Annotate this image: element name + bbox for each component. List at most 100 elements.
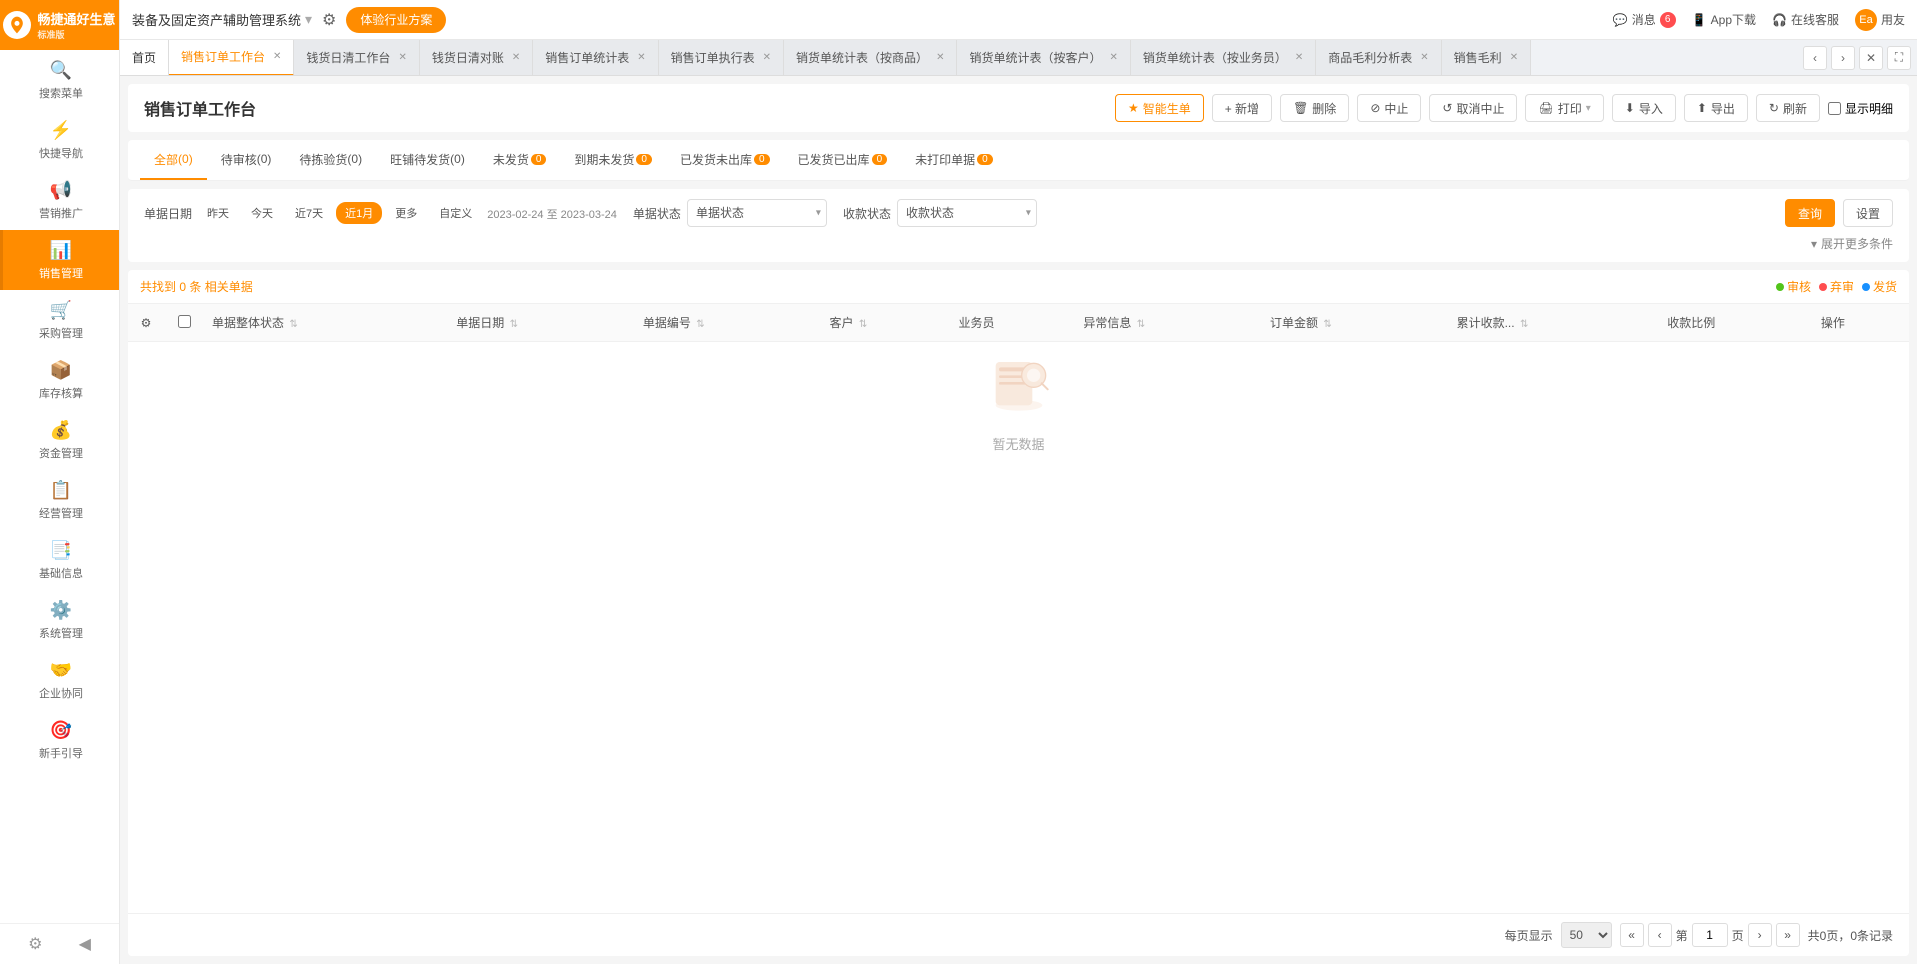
- col-checkbox[interactable]: [164, 304, 204, 342]
- sidebar-item-quick-nav[interactable]: ⚡ 快捷导航: [0, 110, 119, 170]
- sidebar-item-guide[interactable]: 🎯 新手引导: [0, 710, 119, 770]
- refresh-icon: ↻: [1769, 101, 1779, 115]
- delete-button[interactable]: 🗑 删除: [1280, 94, 1349, 122]
- filter-settings-button[interactable]: 设置: [1843, 199, 1893, 227]
- tab-sales-stats-product[interactable]: 销货单统计表（按商品） ✕: [784, 40, 957, 76]
- tab-close-icon[interactable]: ✕: [1295, 52, 1303, 63]
- tab-close-icon[interactable]: ✕: [637, 52, 645, 63]
- sidebar-item-system[interactable]: ⚙️ 系统管理: [0, 590, 119, 650]
- date-chip-yesterday[interactable]: 昨天: [198, 202, 238, 224]
- tab-product-margin[interactable]: 商品毛利分析表 ✕: [1316, 40, 1441, 76]
- tab-close-icon[interactable]: ✕: [1510, 52, 1518, 63]
- tab-home[interactable]: 首页: [120, 40, 169, 76]
- cancel-review-action-button[interactable]: 弃审: [1819, 278, 1854, 295]
- sidebar-item-search[interactable]: 🔍 搜索菜单: [0, 50, 119, 110]
- export-button[interactable]: ⬆ 导出: [1684, 94, 1748, 122]
- import-button[interactable]: ⬇ 导入: [1612, 94, 1676, 122]
- stop-button[interactable]: ⊘ 中止: [1357, 94, 1421, 122]
- subtab-not-shipped[interactable]: 未发货0: [479, 140, 561, 180]
- tab-cash-reconcile[interactable]: 钱货日清对账 ✕: [420, 40, 533, 76]
- main-area: 装备及固定资产辅助管理系统 ▾ ⚙ 体验行业方案 💬 消息 6 📱 App下载 …: [120, 0, 1917, 964]
- tab-close-icon[interactable]: ✕: [1420, 52, 1428, 63]
- select-all-checkbox[interactable]: [178, 315, 191, 328]
- tab-close-all-button[interactable]: ✕: [1859, 46, 1883, 70]
- sort-customer-icon[interactable]: ⇅: [859, 319, 867, 330]
- sidebar-item-inventory[interactable]: 📦 库存核算: [0, 350, 119, 410]
- date-chip-7days[interactable]: 近7天: [286, 202, 332, 224]
- review-action-button[interactable]: 审核: [1776, 278, 1811, 295]
- sort-number-icon[interactable]: ⇅: [696, 319, 704, 330]
- page-prev-button[interactable]: ‹: [1648, 923, 1672, 947]
- sort-collected-icon[interactable]: ⇅: [1520, 319, 1528, 330]
- date-chip-custom[interactable]: 自定义: [430, 202, 481, 224]
- sort-amount-icon[interactable]: ⇅: [1323, 319, 1331, 330]
- sidebar-item-basic-info[interactable]: 📑 基础信息: [0, 530, 119, 590]
- tab-close-icon[interactable]: ✕: [763, 52, 771, 63]
- cancel-stop-button[interactable]: ↺ 取消中止: [1429, 94, 1517, 122]
- date-chip-1month[interactable]: 近1月: [336, 202, 382, 224]
- tab-sales-order-exec[interactable]: 销售订单执行表 ✕: [659, 40, 784, 76]
- settings-icon[interactable]: ⚙: [322, 10, 336, 30]
- sidebar-item-marketing[interactable]: 📢 营销推广: [0, 170, 119, 230]
- subtab-not-printed[interactable]: 未打印单据0: [901, 140, 1007, 180]
- sort-date-icon[interactable]: ⇅: [510, 319, 518, 330]
- tab-close-icon[interactable]: ✕: [398, 52, 406, 63]
- message-button[interactable]: 💬 消息 6: [1613, 11, 1676, 28]
- sidebar-item-operations[interactable]: 📋 经营管理: [0, 470, 119, 530]
- payment-select[interactable]: 收款状态: [897, 199, 1037, 227]
- tab-prev-button[interactable]: ‹: [1803, 46, 1827, 70]
- page-size-select[interactable]: 50 10 20 100: [1561, 922, 1612, 948]
- sidebar-collapse-button[interactable]: ◀: [79, 934, 91, 954]
- user-menu-button[interactable]: Ea 用友: [1855, 9, 1905, 31]
- ship-action-button[interactable]: 发货: [1862, 278, 1897, 295]
- tab-sales-order-workbench[interactable]: 销售订单工作台 ✕: [169, 40, 294, 76]
- add-button[interactable]: + 新增: [1212, 94, 1272, 122]
- sidebar-settings-button[interactable]: ⚙: [28, 934, 42, 954]
- subtab-overdue-ship[interactable]: 到期未发货0: [560, 140, 666, 180]
- subtab-wangpu-pending[interactable]: 旺铺待发货(0): [376, 140, 479, 180]
- industry-solution-button[interactable]: 体验行业方案: [346, 7, 446, 33]
- subtab-pending-check[interactable]: 待拣验货(0): [285, 140, 376, 180]
- table-wrap[interactable]: ⚙ 单据整体状态 ⇅ 单据日期 ⇅ 单据编号: [128, 304, 1909, 913]
- show-detail-checkbox[interactable]: [1828, 102, 1841, 115]
- sort-abnormal-icon[interactable]: ⇅: [1137, 319, 1145, 330]
- subtab-shipped-not-out[interactable]: 已发货未出库0: [666, 140, 784, 180]
- show-detail-checkbox-label[interactable]: 显示明细: [1828, 100, 1893, 117]
- tab-cash-daily[interactable]: 钱货日清工作台 ✕: [294, 40, 419, 76]
- page-first-button[interactable]: «: [1620, 923, 1644, 947]
- date-chip-more[interactable]: 更多: [386, 202, 426, 224]
- subtab-shipped-out[interactable]: 已发货已出库0: [784, 140, 902, 180]
- col-settings[interactable]: ⚙: [128, 304, 164, 342]
- tab-maximize-button[interactable]: ⛶: [1887, 46, 1911, 70]
- tab-close-icon[interactable]: ✕: [512, 52, 520, 63]
- marketing-icon: 📢: [50, 180, 72, 201]
- smart-create-button[interactable]: ★ 智能生单: [1115, 94, 1204, 122]
- tab-sales-stats-staff[interactable]: 销货单统计表（按业务员） ✕: [1131, 40, 1316, 76]
- print-button[interactable]: 🖨 打印 ▾: [1525, 94, 1603, 122]
- app-download-button[interactable]: 📱 App下载: [1692, 11, 1756, 28]
- tab-sales-profit[interactable]: 销售毛利 ✕: [1442, 40, 1531, 76]
- refresh-button[interactable]: ↻ 刷新: [1756, 94, 1820, 122]
- status-select[interactable]: 单据状态: [687, 199, 827, 227]
- tab-next-button[interactable]: ›: [1831, 46, 1855, 70]
- sidebar-item-enterprise[interactable]: 🤝 企业协同: [0, 650, 119, 710]
- expand-more-button[interactable]: ▾ 展开更多条件: [1811, 235, 1893, 252]
- online-service-button[interactable]: 🎧 在线客服: [1772, 11, 1839, 28]
- page-number-input[interactable]: [1692, 923, 1728, 947]
- subtab-all[interactable]: 全部(0): [140, 140, 207, 180]
- tab-close-icon[interactable]: ✕: [936, 52, 944, 63]
- sidebar-item-purchase[interactable]: 🛒 采购管理: [0, 290, 119, 350]
- sidebar-item-sales[interactable]: 📊 销售管理: [0, 230, 119, 290]
- date-chip-today[interactable]: 今天: [242, 202, 282, 224]
- page-next-button[interactable]: ›: [1748, 923, 1772, 947]
- sort-status-icon[interactable]: ⇅: [289, 319, 297, 330]
- tab-close-icon[interactable]: ✕: [1109, 52, 1117, 63]
- subtab-pending-review[interactable]: 待审核(0): [207, 140, 286, 180]
- page-last-button[interactable]: »: [1776, 923, 1800, 947]
- sidebar-item-finance[interactable]: 💰 资金管理: [0, 410, 119, 470]
- tab-close-icon[interactable]: ✕: [273, 51, 281, 62]
- tab-sales-stats-customer[interactable]: 销货单统计表（按客户） ✕: [957, 40, 1130, 76]
- tab-sales-order-stats[interactable]: 销售订单统计表 ✕: [533, 40, 658, 76]
- query-button[interactable]: 查询: [1785, 199, 1835, 227]
- filter-row-1: 单据日期 昨天 今天 近7天 近1月 更多 自定义 2023-02-24 至 2…: [144, 199, 1893, 227]
